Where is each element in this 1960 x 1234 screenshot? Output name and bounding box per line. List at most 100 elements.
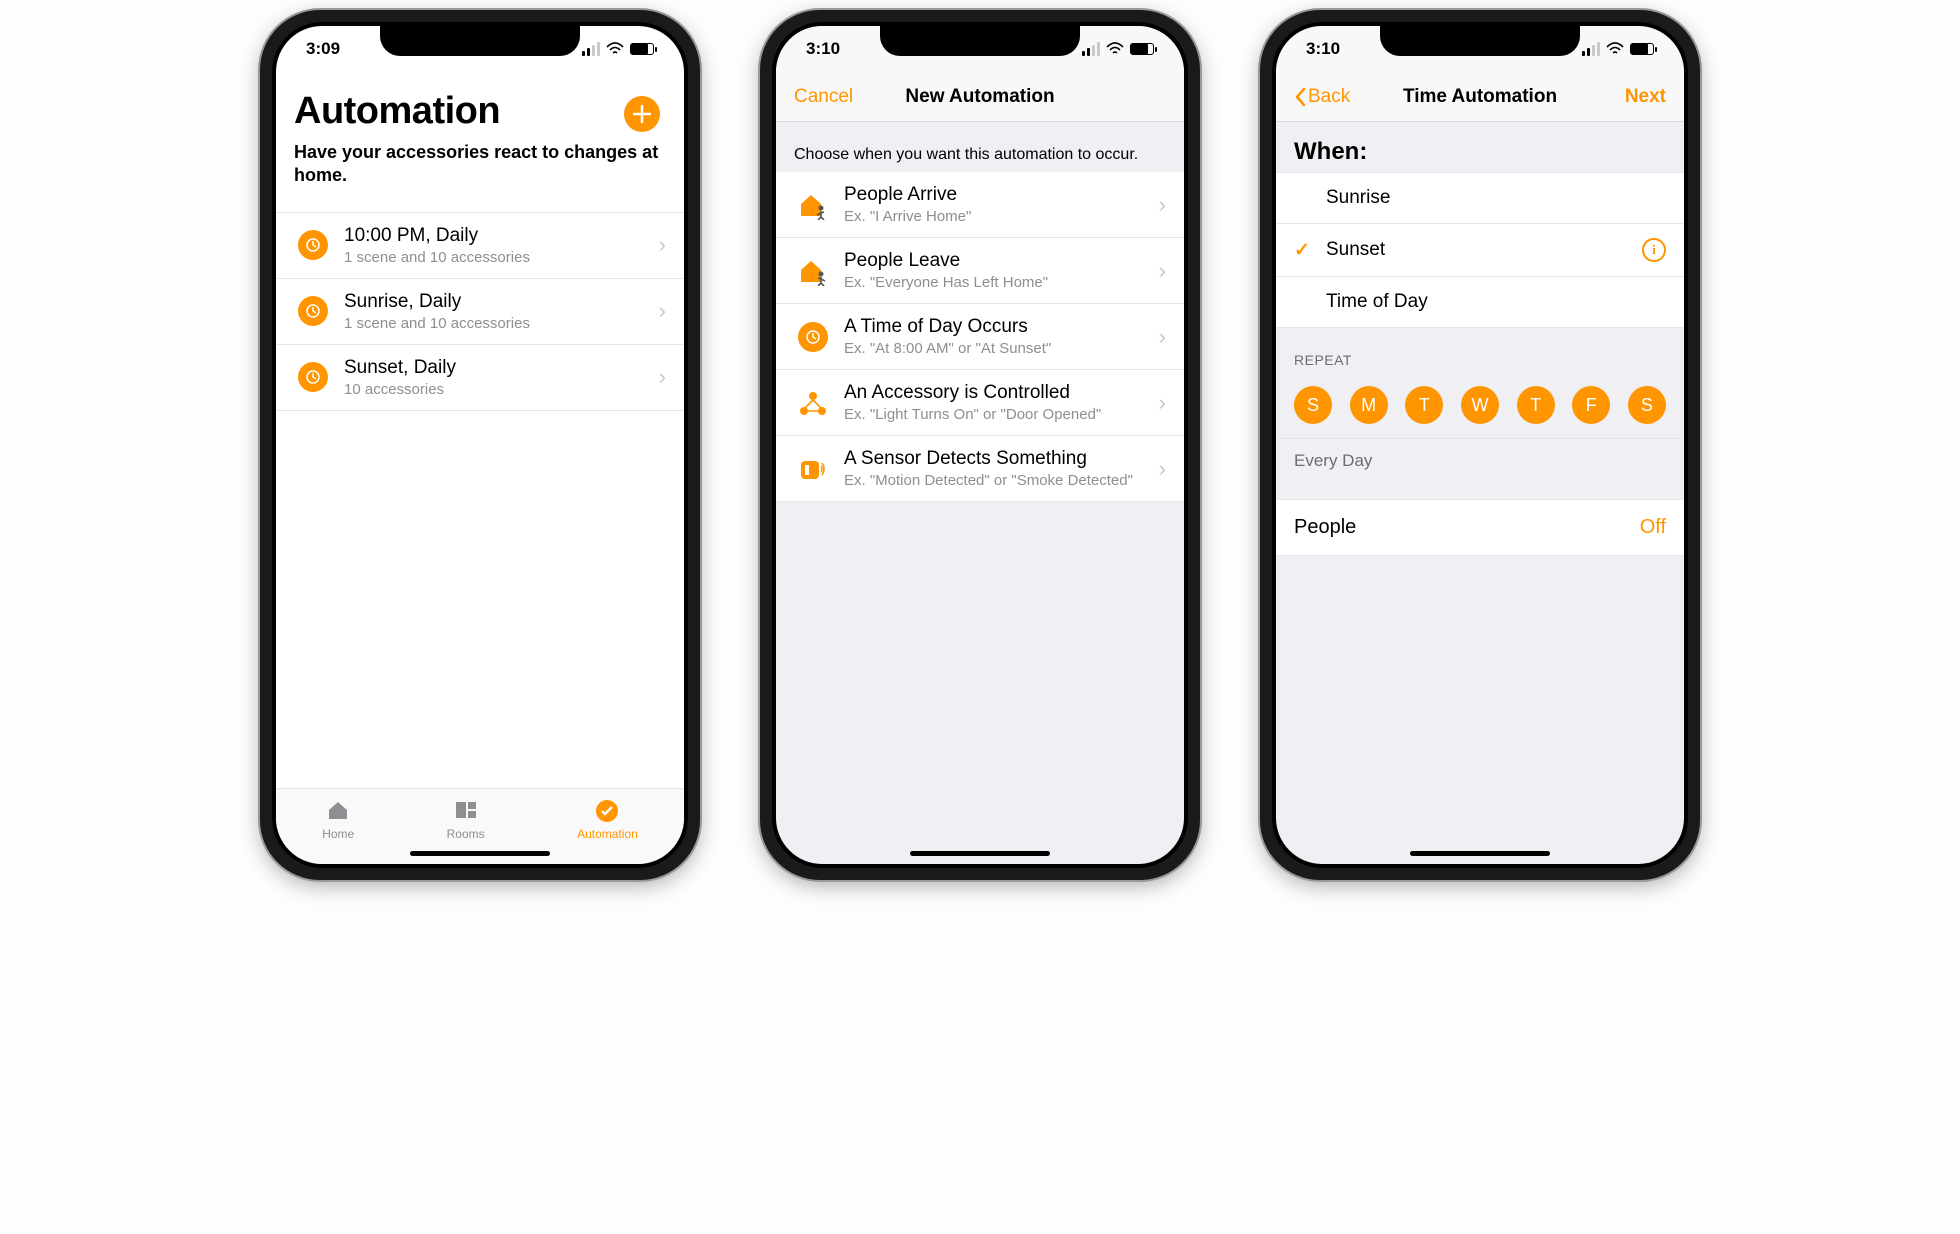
day-wed[interactable]: W [1461,386,1499,424]
automation-title: 10:00 PM, Daily [344,225,659,247]
tab-home[interactable]: Home [322,799,354,841]
automation-subtitle: 1 scene and 10 accessories [344,249,659,266]
tab-rooms[interactable]: Rooms [447,799,485,841]
phone-1: 3:09 Automation Have your accessories re… [260,10,700,880]
wifi-icon [1606,42,1624,56]
option-label: Sunrise [1326,187,1666,209]
phone-2: 3:10 Cancel New Automation Choose when y… [760,10,1200,880]
nav-title: Time Automation [1403,86,1557,108]
repeat-header: REPEAT [1276,328,1684,376]
repeat-days: S M T W T F S [1276,376,1684,439]
notch [880,26,1080,56]
chevron-right-icon: › [1159,390,1166,416]
accessory-icon [794,389,832,417]
option-label: Time of Day [1326,291,1666,313]
option-sunrise[interactable]: Sunrise [1276,172,1684,223]
clock-icon [798,322,828,352]
tab-label: Automation [577,827,638,841]
automation-item[interactable]: Sunset, Daily 10 accessories › [276,345,684,411]
page-subtitle: Have your accessories react to changes a… [294,141,666,188]
event-subtitle: Ex. "At 8:00 AM" or "At Sunset" [844,340,1159,357]
tab-label: Home [322,827,354,841]
event-subtitle: Ex. "Motion Detected" or "Smoke Detected… [844,472,1159,489]
signal-icon [582,42,600,56]
event-people-leave[interactable]: People Leave Ex. "Everyone Has Left Home… [776,238,1184,304]
info-icon[interactable]: i [1642,238,1666,262]
event-title: An Accessory is Controlled [844,382,1159,404]
day-thu[interactable]: T [1517,386,1555,424]
status-time: 3:10 [806,39,840,59]
event-list: People Arrive Ex. "I Arrive Home" › Peop… [776,172,1184,502]
back-button[interactable]: Back [1294,86,1350,108]
day-tue[interactable]: T [1405,386,1443,424]
day-sun[interactable]: S [1294,386,1332,424]
automation-title: Sunset, Daily [344,357,659,379]
people-value: Off [1640,516,1666,539]
event-subtitle: Ex. "Light Turns On" or "Door Opened" [844,406,1159,423]
chevron-left-icon [1294,87,1306,107]
day-fri[interactable]: F [1572,386,1610,424]
event-sensor[interactable]: A Sensor Detects Something Ex. "Motion D… [776,436,1184,502]
event-time-of-day[interactable]: A Time of Day Occurs Ex. "At 8:00 AM" or… [776,304,1184,370]
event-title: People Leave [844,250,1159,272]
day-sat[interactable]: S [1628,386,1666,424]
option-label: Sunset [1326,239,1642,261]
clock-icon [298,362,328,392]
checkmark-icon: ✓ [1294,239,1318,262]
people-label: People [1294,516,1356,539]
automation-subtitle: 10 accessories [344,381,659,398]
rooms-icon [454,799,478,823]
next-button[interactable]: Next [1625,86,1666,108]
nav-title: New Automation [905,86,1054,108]
battery-icon [1130,43,1154,55]
chevron-right-icon: › [659,232,666,258]
clock-icon [298,296,328,326]
home-icon [326,799,350,823]
chevron-right-icon: › [1159,192,1166,218]
plus-icon [633,105,651,123]
clock-icon [298,230,328,260]
status-time: 3:09 [306,39,340,59]
add-automation-button[interactable] [624,96,660,132]
event-people-arrive[interactable]: People Arrive Ex. "I Arrive Home" › [776,172,1184,238]
day-mon[interactable]: M [1350,386,1388,424]
repeat-summary: Every Day [1276,439,1684,483]
tab-automation[interactable]: Automation [577,799,638,841]
sensor-icon [794,455,832,483]
battery-icon [1630,43,1654,55]
event-title: A Time of Day Occurs [844,316,1159,338]
signal-icon [1082,42,1100,56]
home-indicator[interactable] [1410,851,1550,856]
chevron-right-icon: › [1159,456,1166,482]
section-prompt: Choose when you want this automation to … [776,122,1184,172]
home-leave-icon [794,256,832,286]
event-subtitle: Ex. "Everyone Has Left Home" [844,274,1159,291]
home-arrive-icon [794,190,832,220]
automation-icon [595,799,619,823]
automation-item[interactable]: Sunrise, Daily 1 scene and 10 accessorie… [276,279,684,345]
when-header: When: [1276,122,1684,172]
option-sunset[interactable]: ✓ Sunset i [1276,223,1684,276]
nav-bar: Cancel New Automation [776,72,1184,122]
event-accessory[interactable]: An Accessory is Controlled Ex. "Light Tu… [776,370,1184,436]
nav-bar: Back Time Automation Next [1276,72,1684,122]
status-time: 3:10 [1306,39,1340,59]
tab-label: Rooms [447,827,485,841]
home-indicator[interactable] [910,851,1050,856]
wifi-icon [1106,42,1124,56]
people-row[interactable]: People Off [1276,499,1684,556]
option-time-of-day[interactable]: Time of Day [1276,276,1684,328]
signal-icon [1582,42,1600,56]
automation-list: 10:00 PM, Daily 1 scene and 10 accessori… [276,212,684,411]
automation-item[interactable]: 10:00 PM, Daily 1 scene and 10 accessori… [276,213,684,279]
notch [380,26,580,56]
event-title: A Sensor Detects Something [844,448,1159,470]
back-label: Back [1308,86,1350,108]
wifi-icon [606,42,624,56]
automation-title: Sunrise, Daily [344,291,659,313]
phone-3: 3:10 Back Time Automation Next When: Sun… [1260,10,1700,880]
home-indicator[interactable] [410,851,550,856]
page-title: Automation [294,90,666,133]
notch [1380,26,1580,56]
cancel-button[interactable]: Cancel [794,86,853,108]
